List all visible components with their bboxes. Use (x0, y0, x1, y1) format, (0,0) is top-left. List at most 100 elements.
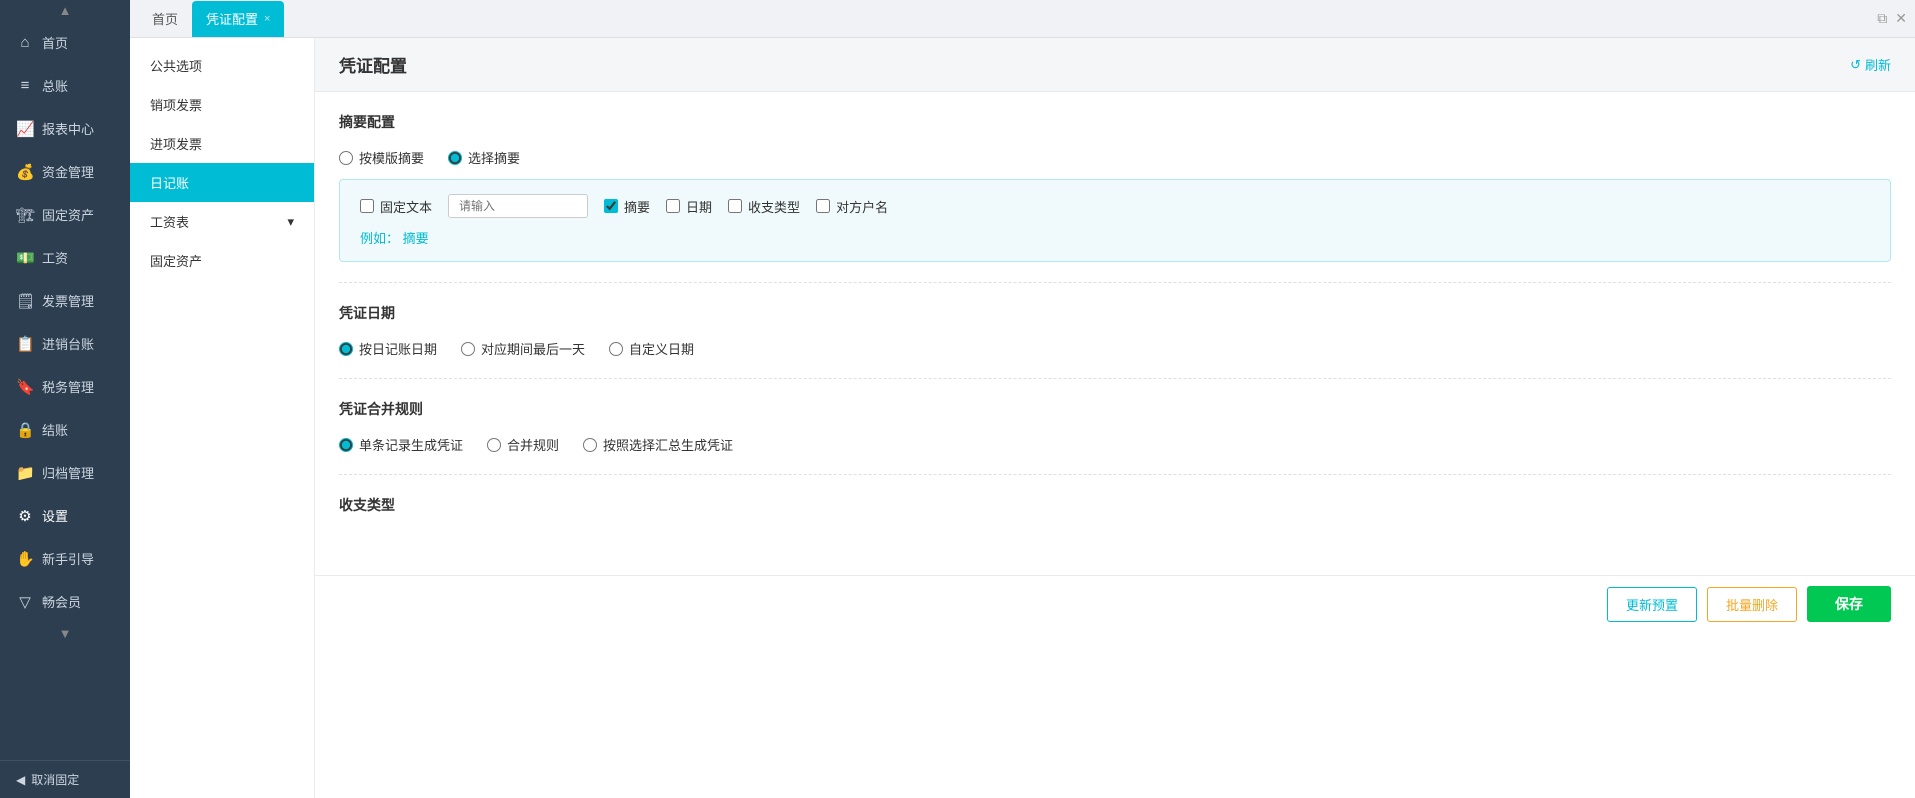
sidebar-item-funds[interactable]: 💰 资金管理 (0, 150, 130, 193)
home-icon: ⌂ (16, 34, 34, 51)
sidebar-bottom: ◀ 取消固定 (0, 760, 130, 798)
assets-icon: 🏗 (16, 206, 34, 224)
merge-rules-section: 凭证合并规则 单条记录生成凭证 合并规则 按照选择汇总生成凭证 (339, 379, 1891, 475)
sidebar-scroll-down[interactable]: ▼ (0, 623, 130, 644)
counterparty-checkbox-label[interactable]: 对方户名 (816, 197, 888, 216)
tax-icon: 🔖 (16, 378, 34, 396)
left-nav-fixed-assets[interactable]: 固定资产 (130, 241, 314, 280)
page-header: 凭证配置 ↺ 刷新 (315, 38, 1915, 92)
guide-icon: ✋ (16, 550, 34, 568)
reports-icon: 📈 (16, 120, 34, 138)
right-content: 凭证配置 ↺ 刷新 摘要配置 按模版摘要 (315, 38, 1915, 798)
fixed-text-checkbox[interactable] (360, 199, 374, 213)
restore-button[interactable]: ⧉ (1877, 10, 1887, 27)
single-record-radio-label[interactable]: 单条记录生成凭证 (339, 435, 463, 454)
left-nav-journal[interactable]: 日记账 (130, 163, 314, 202)
by-last-day-radio[interactable] (461, 342, 475, 356)
sidebar-item-closing[interactable]: 🔒 结账 (0, 408, 130, 451)
voucher-date-section: 凭证日期 按日记账日期 对应期间最后一天 自定义日期 (339, 283, 1891, 379)
summary-example: 例如： 摘要 (360, 228, 1870, 247)
single-record-radio[interactable] (339, 438, 353, 452)
summary-template-radio[interactable]: 按模版摘要 (339, 148, 424, 167)
page-title: 凭证配置 (339, 52, 407, 77)
sidebar-item-sales[interactable]: 📋 进销台账 (0, 322, 130, 365)
merge-rules-radio-group: 单条记录生成凭证 合并规则 按照选择汇总生成凭证 (339, 435, 1891, 454)
pin-icon: ◀ (16, 773, 25, 787)
close-button[interactable]: ✕ (1895, 10, 1907, 27)
by-journal-radio-label[interactable]: 按日记账日期 (339, 339, 437, 358)
sidebar-item-assets[interactable]: 🏗 固定资产 (0, 193, 130, 236)
by-selection-radio[interactable] (583, 438, 597, 452)
summary-config-radio-group: 按模版摘要 选择摘要 (339, 148, 1891, 167)
payment-type-checkbox-label[interactable]: 收支类型 (728, 197, 800, 216)
left-nav-sales-invoice[interactable]: 销项发票 (130, 85, 314, 124)
counterparty-checkbox[interactable] (816, 199, 830, 213)
summary-config-title: 摘要配置 (339, 112, 1891, 132)
summary-config-row: 固定文本 摘要 日期 (360, 194, 1870, 218)
refresh-icon: ↺ (1850, 57, 1861, 73)
sidebar-toggle-button[interactable]: ◀ 取消固定 (0, 761, 130, 798)
archive-icon: 📁 (16, 464, 34, 482)
by-selection-radio-label[interactable]: 按照选择汇总生成凭证 (583, 435, 733, 454)
sidebar-item-invoice[interactable]: 🗒 发票管理 (0, 279, 130, 322)
bottom-action-bar: 更新预置 批量删除 保存 (315, 575, 1915, 632)
date-checkbox[interactable] (666, 199, 680, 213)
date-checkbox-label[interactable]: 日期 (666, 197, 712, 216)
left-nav-payroll-table[interactable]: 工资表 ▾ (130, 202, 314, 241)
window-controls: ⧉ ✕ (1877, 10, 1907, 27)
by-journal-radio[interactable] (339, 342, 353, 356)
voucher-date-radio-group: 按日记账日期 对应期间最后一天 自定义日期 (339, 339, 1891, 358)
income-section: 收支类型 (339, 475, 1891, 551)
payment-type-checkbox[interactable] (728, 199, 742, 213)
tab-home[interactable]: 首页 (138, 1, 192, 37)
payroll-icon: 💵 (16, 249, 34, 267)
sidebar-item-member[interactable]: ▽ 畅会员 (0, 580, 130, 623)
invoice-icon: 🗒 (16, 292, 34, 310)
main-area: 首页 凭证配置 × ⧉ ✕ 公共选项 销项发票 进项发票 日记账 (130, 0, 1915, 798)
income-section-title: 收支类型 (339, 495, 1891, 515)
funds-icon: 💰 (16, 163, 34, 181)
sidebar: ▲ ⌂ 首页 ≡ 总账 📈 报表中心 💰 资金管理 🏗 固定资产 💵 工资 🗒 … (0, 0, 130, 798)
sidebar-scroll-up[interactable]: ▲ (0, 0, 130, 21)
summary-select-radio-input[interactable] (448, 151, 462, 165)
voucher-date-title: 凭证日期 (339, 303, 1891, 323)
sidebar-item-archive[interactable]: 📁 归档管理 (0, 451, 130, 494)
left-nav-public[interactable]: 公共选项 (130, 46, 314, 85)
refresh-button[interactable]: ↺ 刷新 (1850, 55, 1891, 74)
summary-config-box: 固定文本 摘要 日期 (339, 179, 1891, 262)
sidebar-item-payroll[interactable]: 💵 工资 (0, 236, 130, 279)
settings-icon: ⚙ (16, 507, 34, 525)
custom-date-radio-label[interactable]: 自定义日期 (609, 339, 694, 358)
summary-checkbox[interactable] (604, 199, 618, 213)
summary-select-radio[interactable]: 选择摘要 (448, 148, 520, 167)
sidebar-item-reports[interactable]: 📈 报表中心 (0, 107, 130, 150)
fixed-text-input[interactable] (448, 194, 588, 218)
active-tab-label: 凭证配置 (206, 9, 258, 28)
batch-delete-button[interactable]: 批量删除 (1707, 587, 1797, 622)
closing-icon: 🔒 (16, 421, 34, 439)
save-button[interactable]: 保存 (1807, 586, 1891, 622)
summary-template-radio-input[interactable] (339, 151, 353, 165)
merge-rules-title: 凭证合并规则 (339, 399, 1891, 419)
update-preview-button[interactable]: 更新预置 (1607, 587, 1697, 622)
sidebar-item-home[interactable]: ⌂ 首页 (0, 21, 130, 64)
form-content: 摘要配置 按模版摘要 选择摘要 (315, 92, 1915, 575)
merge-rule-radio-label[interactable]: 合并规则 (487, 435, 559, 454)
sidebar-item-ledger[interactable]: ≡ 总账 (0, 64, 130, 107)
merge-rule-radio[interactable] (487, 438, 501, 452)
content-area: 公共选项 销项发票 进项发票 日记账 工资表 ▾ 固定资产 凭证配置 (130, 38, 1915, 798)
tab-voucher-config[interactable]: 凭证配置 × (192, 1, 284, 37)
summary-config-section: 摘要配置 按模版摘要 选择摘要 (339, 92, 1891, 283)
sidebar-item-settings[interactable]: ⚙ 设置 (0, 494, 130, 537)
custom-date-radio[interactable] (609, 342, 623, 356)
tab-bar: 首页 凭证配置 × ⧉ ✕ (130, 0, 1915, 38)
summary-checkbox-label[interactable]: 摘要 (604, 197, 650, 216)
sales-icon: 📋 (16, 335, 34, 353)
sidebar-item-tax[interactable]: 🔖 税务管理 (0, 365, 130, 408)
tab-close-button[interactable]: × (264, 13, 270, 25)
member-icon: ▽ (16, 593, 34, 611)
left-nav-purchase-invoice[interactable]: 进项发票 (130, 124, 314, 163)
by-last-day-radio-label[interactable]: 对应期间最后一天 (461, 339, 585, 358)
sidebar-item-guide[interactable]: ✋ 新手引导 (0, 537, 130, 580)
fixed-text-checkbox-label[interactable]: 固定文本 (360, 197, 432, 216)
